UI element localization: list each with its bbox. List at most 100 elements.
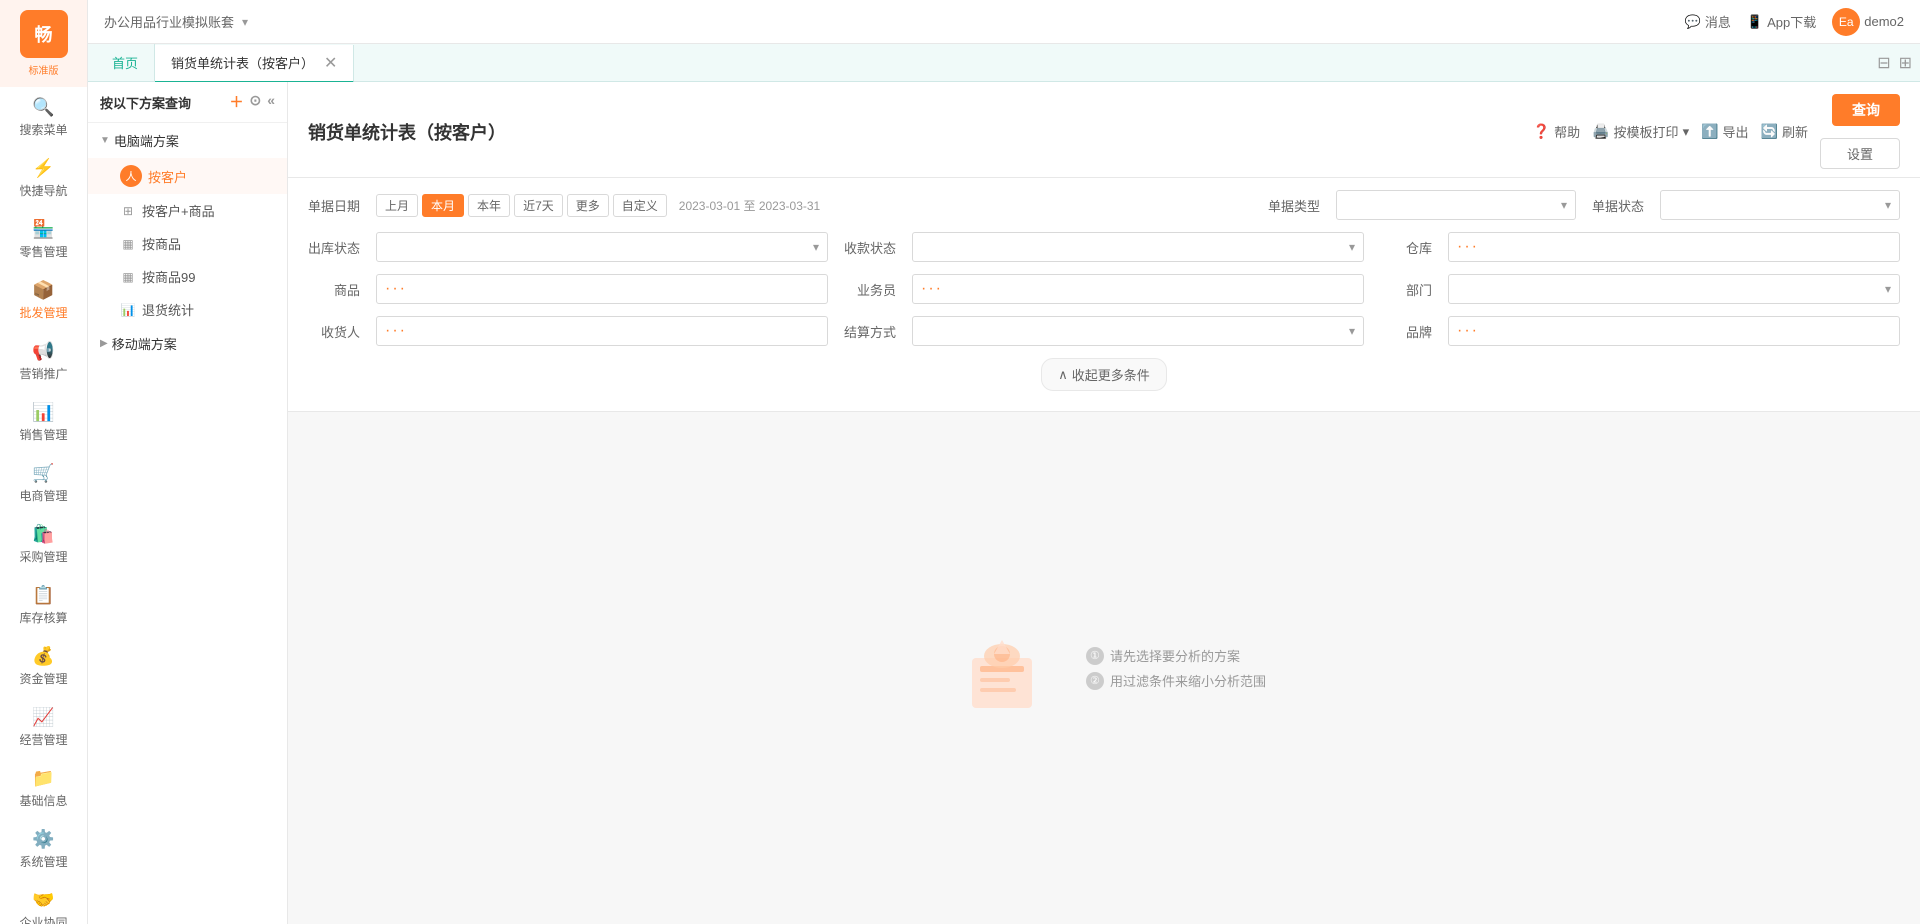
collapse-scheme-button[interactable]: «	[267, 92, 275, 112]
returns-icon: 📊	[120, 302, 136, 318]
help-icon: ❓	[1533, 123, 1550, 140]
sidebar-item-operations[interactable]: 📈 经营管理	[0, 697, 87, 758]
tab-sales-report[interactable]: 销货单统计表（按客户） ✕	[155, 45, 354, 83]
scheme-item-returns-label: 退货统计	[142, 300, 194, 319]
export-label: 导出	[1723, 122, 1749, 141]
sidebar-item-search[interactable]: 🔍 搜索菜单	[0, 87, 87, 148]
money-icon: 💰	[32, 646, 54, 667]
scheme-item-customer-goods[interactable]: ⊞ 按客户+商品	[88, 194, 287, 227]
empty-svg	[942, 618, 1062, 718]
sidebar-item-sales[interactable]: 📊 销售管理	[0, 392, 87, 453]
scheme-group-desktop-label: 电脑端方案	[114, 131, 179, 150]
warehouse-select[interactable]: ···	[1448, 232, 1900, 262]
sidebar-item-wholesale[interactable]: 📦 批发管理	[0, 270, 87, 331]
date-btn-more[interactable]: 更多	[567, 194, 609, 217]
add-scheme-button[interactable]: ＋	[229, 92, 243, 112]
help-button[interactable]: ❓ 帮助	[1533, 122, 1580, 141]
date-range-display: 2023-03-01 至 2023-03-31	[679, 197, 820, 214]
out-status-select[interactable]: ▾	[376, 232, 828, 262]
salesman-select[interactable]: ···	[912, 274, 1364, 304]
sidebar-item-basics[interactable]: 📁 基础信息	[0, 758, 87, 819]
department-arrow-icon: ▾	[1885, 282, 1891, 296]
brand-select[interactable]: ···	[1448, 316, 1900, 346]
settings-button[interactable]: 设置	[1820, 138, 1900, 169]
date-btn-7days[interactable]: 近7天	[514, 194, 563, 217]
trend-icon: 📈	[32, 707, 54, 728]
scheme-group-mobile-label: 移动端方案	[112, 334, 177, 353]
doc-status-select[interactable]: ▾	[1660, 190, 1900, 220]
scheme-item-customer-goods-label: 按客户+商品	[142, 201, 215, 220]
collapse-filters-button[interactable]: ∧ 收起更多条件	[1041, 358, 1167, 391]
clipboard-icon: 📋	[32, 585, 54, 606]
tab-home[interactable]: 首页	[96, 44, 155, 82]
tab-close-icon[interactable]: ✕	[324, 53, 337, 73]
scheme-group-desktop-title[interactable]: ▼ 电脑端方案	[88, 123, 287, 158]
settlement-select[interactable]: ▾	[912, 316, 1364, 346]
payment-status-label: 收款状态	[844, 238, 896, 257]
sidebar-item-shortcuts[interactable]: ⚡ 快捷导航	[0, 148, 87, 209]
payment-status-arrow-icon: ▾	[1349, 240, 1355, 254]
scheme-group-mobile: ▶ 移动端方案	[88, 326, 287, 361]
payment-status-select[interactable]: ▾	[912, 232, 1364, 262]
scheme-item-returns[interactable]: 📊 退货统计	[88, 293, 287, 326]
search-icon: 🔍	[32, 97, 54, 118]
scheme-item-by-goods99[interactable]: ▦ 按商品99	[88, 260, 287, 293]
sidebar-item-inventory[interactable]: 📋 库存核算	[0, 575, 87, 636]
refresh-icon: 🔄	[1761, 123, 1778, 140]
expand-arrow-mobile-icon: ▶	[100, 338, 108, 349]
minimize-icon[interactable]: ⊟	[1877, 53, 1890, 73]
sidebar-item-label: 资金管理	[19, 670, 67, 687]
scheme-item-by-customer[interactable]: 人 按客户	[88, 158, 287, 194]
sidebar-item-collab[interactable]: 🤝 企业协同	[0, 880, 87, 924]
content-area: 按以下方案查询 ＋ ⊙ « ▼ 电脑端方案 人 按客户 ⊞ 按客	[88, 82, 1920, 924]
scheme-group-mobile-title[interactable]: ▶ 移动端方案	[88, 326, 287, 361]
scheme-header: 按以下方案查询 ＋ ⊙ «	[88, 82, 287, 123]
empty-tip-2: ② 用过滤条件来缩小分析范围	[1086, 671, 1266, 690]
refresh-button[interactable]: 🔄 刷新	[1761, 122, 1808, 141]
date-btn-custom[interactable]: 自定义	[613, 194, 667, 217]
consignee-dots: ···	[385, 322, 407, 340]
sidebar-item-purchase[interactable]: 🛍️ 采购管理	[0, 514, 87, 575]
goods99-icon: ▦	[120, 269, 136, 285]
print-button[interactable]: 🖨️ 按模板打印 ▾	[1592, 122, 1689, 141]
scheme-item-by-goods[interactable]: ▦ 按商品	[88, 227, 287, 260]
department-select[interactable]: ▾	[1448, 274, 1900, 304]
sidebar-item-label: 批发管理	[19, 304, 67, 321]
sidebar-logo: 畅 标准版	[0, 0, 87, 87]
logo-text: 标准版	[29, 62, 59, 77]
message-icon: 💬	[1685, 14, 1701, 30]
user-menu[interactable]: Ea demo2	[1832, 8, 1904, 36]
query-button[interactable]: 查询	[1832, 94, 1900, 126]
maximize-icon[interactable]: ⊞	[1899, 53, 1912, 73]
sidebar-item-finance[interactable]: 💰 资金管理	[0, 636, 87, 697]
sidebar-item-label: 企业协同	[19, 914, 67, 924]
date-btn-last-month[interactable]: 上月	[376, 194, 418, 217]
doc-type-select[interactable]: ▾	[1336, 190, 1576, 220]
doc-type-label: 单据类型	[1268, 196, 1320, 215]
topbar-dropdown-icon[interactable]: ▾	[242, 15, 248, 29]
goods-select[interactable]: ···	[376, 274, 828, 304]
folder-icon: 📁	[32, 768, 54, 789]
sidebar-item-label: 采购管理	[19, 548, 67, 565]
settlement-arrow-icon: ▾	[1349, 324, 1355, 338]
topbar: 办公用品行业模拟账套 ▾ 💬 消息 📱 App下载 Ea demo2	[88, 0, 1920, 44]
sidebar-item-marketing[interactable]: 📢 营销推广	[0, 331, 87, 392]
edit-scheme-button[interactable]: ⊙	[249, 92, 261, 112]
sidebar-item-ecommerce[interactable]: 🛒 电商管理	[0, 453, 87, 514]
export-button[interactable]: ⬆️ 导出	[1701, 122, 1748, 141]
brand-label: 品牌	[1380, 322, 1432, 341]
tip-text-2: 用过滤条件来缩小分析范围	[1110, 671, 1266, 690]
message-button[interactable]: 💬 消息	[1685, 12, 1731, 31]
consignee-select[interactable]: ···	[376, 316, 828, 346]
sidebar-item-system[interactable]: ⚙️ 系统管理	[0, 819, 87, 880]
app-download-button[interactable]: 📱 App下载	[1747, 12, 1816, 31]
salesman-label: 业务员	[844, 280, 896, 299]
date-btn-this-month[interactable]: 本月	[422, 194, 464, 217]
settlement-label: 结算方式	[844, 322, 896, 341]
sidebar-item-retail[interactable]: 🏪 零售管理	[0, 209, 87, 270]
home-label: 首页	[112, 53, 138, 72]
scheme-item-goods-label: 按商品	[142, 234, 181, 253]
sidebar-item-label: 营销推广	[19, 365, 67, 382]
date-btn-this-year[interactable]: 本年	[468, 194, 510, 217]
message-label: 消息	[1705, 12, 1731, 31]
